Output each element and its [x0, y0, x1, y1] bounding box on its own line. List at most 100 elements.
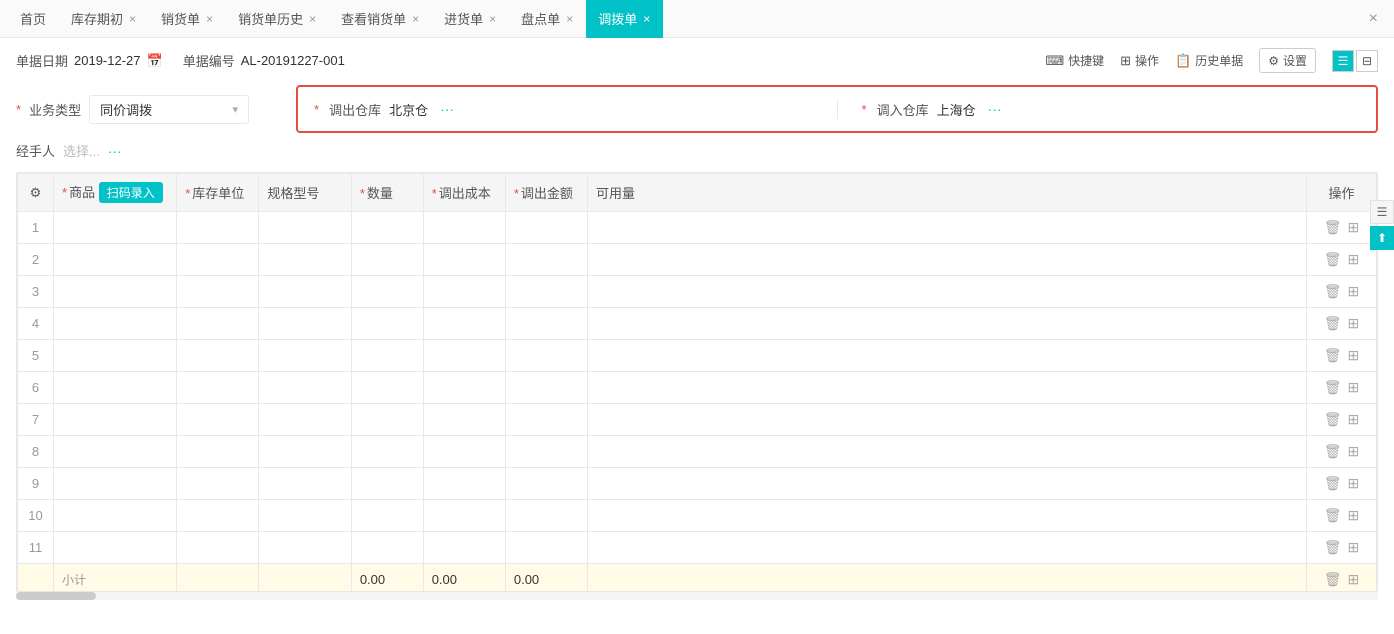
row-unit-1[interactable]	[177, 212, 259, 244]
tab-home[interactable]: 首页	[8, 0, 59, 38]
delete-row-btn[interactable]: 🗑	[1324, 443, 1342, 459]
row-unit-4[interactable]	[177, 308, 259, 340]
row-unit-3[interactable]	[177, 276, 259, 308]
row-cost-1[interactable]	[423, 212, 505, 244]
row-unit-6[interactable]	[177, 372, 259, 404]
view-grid-btn[interactable]: ⊟	[1356, 50, 1378, 72]
shortcuts-btn[interactable]: ⌨ 快捷键	[1045, 52, 1104, 69]
row-qty-4[interactable]	[351, 308, 423, 340]
row-qty-7[interactable]	[351, 404, 423, 436]
row-cost-10[interactable]	[423, 500, 505, 532]
history-btn[interactable]: 📋 历史单据	[1175, 52, 1243, 69]
tab-inventory-init[interactable]: 库存期初×	[59, 0, 149, 38]
tab-close-view-sales[interactable]: ×	[412, 12, 419, 26]
row-product-10[interactable]	[54, 500, 177, 532]
row-spec-6[interactable]	[259, 372, 351, 404]
row-qty-5[interactable]	[351, 340, 423, 372]
row-amount-7[interactable]	[505, 404, 587, 436]
row-unit-7[interactable]	[177, 404, 259, 436]
scan-entry-button[interactable]: 扫码录入	[99, 182, 163, 203]
copy-row-btn[interactable]: ⊞	[1348, 411, 1360, 427]
row-amount-11[interactable]	[505, 532, 587, 564]
row-cost-2[interactable]	[423, 244, 505, 276]
delete-row-btn[interactable]: 🗑	[1324, 475, 1342, 491]
row-product-1[interactable]	[54, 212, 177, 244]
row-product-2[interactable]	[54, 244, 177, 276]
row-available-7[interactable]	[588, 404, 1307, 436]
delete-row-btn[interactable]: 🗑	[1324, 507, 1342, 523]
row-spec-2[interactable]	[259, 244, 351, 276]
copy-row-btn[interactable]: ⊞	[1348, 283, 1360, 299]
business-type-select[interactable]: 同价调拨 ▾	[89, 95, 249, 124]
row-product-4[interactable]	[54, 308, 177, 340]
row-spec-4[interactable]	[259, 308, 351, 340]
copy-row-btn[interactable]: ⊞	[1348, 347, 1360, 363]
row-cost-4[interactable]	[423, 308, 505, 340]
row-product-8[interactable]	[54, 436, 177, 468]
row-product-3[interactable]	[54, 276, 177, 308]
copy-row-btn[interactable]: ⊞	[1348, 507, 1360, 523]
side-list-btn[interactable]: ☰	[1370, 200, 1394, 224]
row-product-7[interactable]	[54, 404, 177, 436]
horizontal-scrollbar[interactable]	[16, 592, 1378, 600]
tab-close-inventory-init[interactable]: ×	[129, 12, 136, 26]
row-spec-8[interactable]	[259, 436, 351, 468]
calendar-icon[interactable]: 📅	[147, 53, 163, 69]
row-product-9[interactable]	[54, 468, 177, 500]
row-available-10[interactable]	[588, 500, 1307, 532]
operations-btn[interactable]: ⊞ 操作	[1120, 52, 1159, 69]
tab-inventory-check[interactable]: 盘点单×	[509, 0, 586, 38]
row-cost-8[interactable]	[423, 436, 505, 468]
row-qty-1[interactable]	[351, 212, 423, 244]
settings-button[interactable]: ⚙ 设置	[1259, 48, 1316, 73]
transfer-in-more-btn[interactable]: ···	[984, 101, 1006, 117]
tab-close-sales-history[interactable]: ×	[309, 12, 316, 26]
table-gear-icon[interactable]: ⚙	[30, 185, 42, 200]
row-product-6[interactable]	[54, 372, 177, 404]
row-unit-5[interactable]	[177, 340, 259, 372]
tab-close-transfer-order[interactable]: ×	[643, 12, 650, 26]
row-amount-5[interactable]	[505, 340, 587, 372]
tab-purchase-order[interactable]: 进货单×	[432, 0, 509, 38]
row-qty-3[interactable]	[351, 276, 423, 308]
row-unit-10[interactable]	[177, 500, 259, 532]
row-available-2[interactable]	[588, 244, 1307, 276]
row-qty-6[interactable]	[351, 372, 423, 404]
row-cost-11[interactable]	[423, 532, 505, 564]
row-available-8[interactable]	[588, 436, 1307, 468]
row-spec-7[interactable]	[259, 404, 351, 436]
delete-row-btn[interactable]: 🗑	[1324, 347, 1342, 363]
subtotal-copy-btn[interactable]: ⊞	[1348, 571, 1360, 587]
row-available-5[interactable]	[588, 340, 1307, 372]
row-spec-3[interactable]	[259, 276, 351, 308]
row-product-5[interactable]	[54, 340, 177, 372]
row-unit-11[interactable]	[177, 532, 259, 564]
row-amount-4[interactable]	[505, 308, 587, 340]
tab-close-purchase-order[interactable]: ×	[489, 12, 496, 26]
row-spec-10[interactable]	[259, 500, 351, 532]
row-spec-1[interactable]	[259, 212, 351, 244]
row-amount-6[interactable]	[505, 372, 587, 404]
delete-row-btn[interactable]: 🗑	[1324, 251, 1342, 267]
row-unit-9[interactable]	[177, 468, 259, 500]
row-amount-1[interactable]	[505, 212, 587, 244]
delete-row-btn[interactable]: 🗑	[1324, 411, 1342, 427]
tab-close-sales-order[interactable]: ×	[206, 12, 213, 26]
delete-row-btn[interactable]: 🗑	[1324, 539, 1342, 555]
row-cost-9[interactable]	[423, 468, 505, 500]
copy-row-btn[interactable]: ⊞	[1348, 539, 1360, 555]
copy-row-btn[interactable]: ⊞	[1348, 475, 1360, 491]
row-cost-3[interactable]	[423, 276, 505, 308]
tab-close-inventory-check[interactable]: ×	[566, 12, 573, 26]
row-available-4[interactable]	[588, 308, 1307, 340]
row-available-1[interactable]	[588, 212, 1307, 244]
tab-sales-history[interactable]: 销货单历史×	[226, 0, 329, 38]
person-value[interactable]: 选择...	[63, 141, 100, 160]
tab-sales-order[interactable]: 销货单×	[149, 0, 226, 38]
tab-transfer-order[interactable]: 调拨单×	[586, 0, 663, 38]
row-available-11[interactable]	[588, 532, 1307, 564]
row-spec-5[interactable]	[259, 340, 351, 372]
delete-row-btn[interactable]: 🗑	[1324, 219, 1342, 235]
delete-row-btn[interactable]: 🗑	[1324, 315, 1342, 331]
row-available-3[interactable]	[588, 276, 1307, 308]
